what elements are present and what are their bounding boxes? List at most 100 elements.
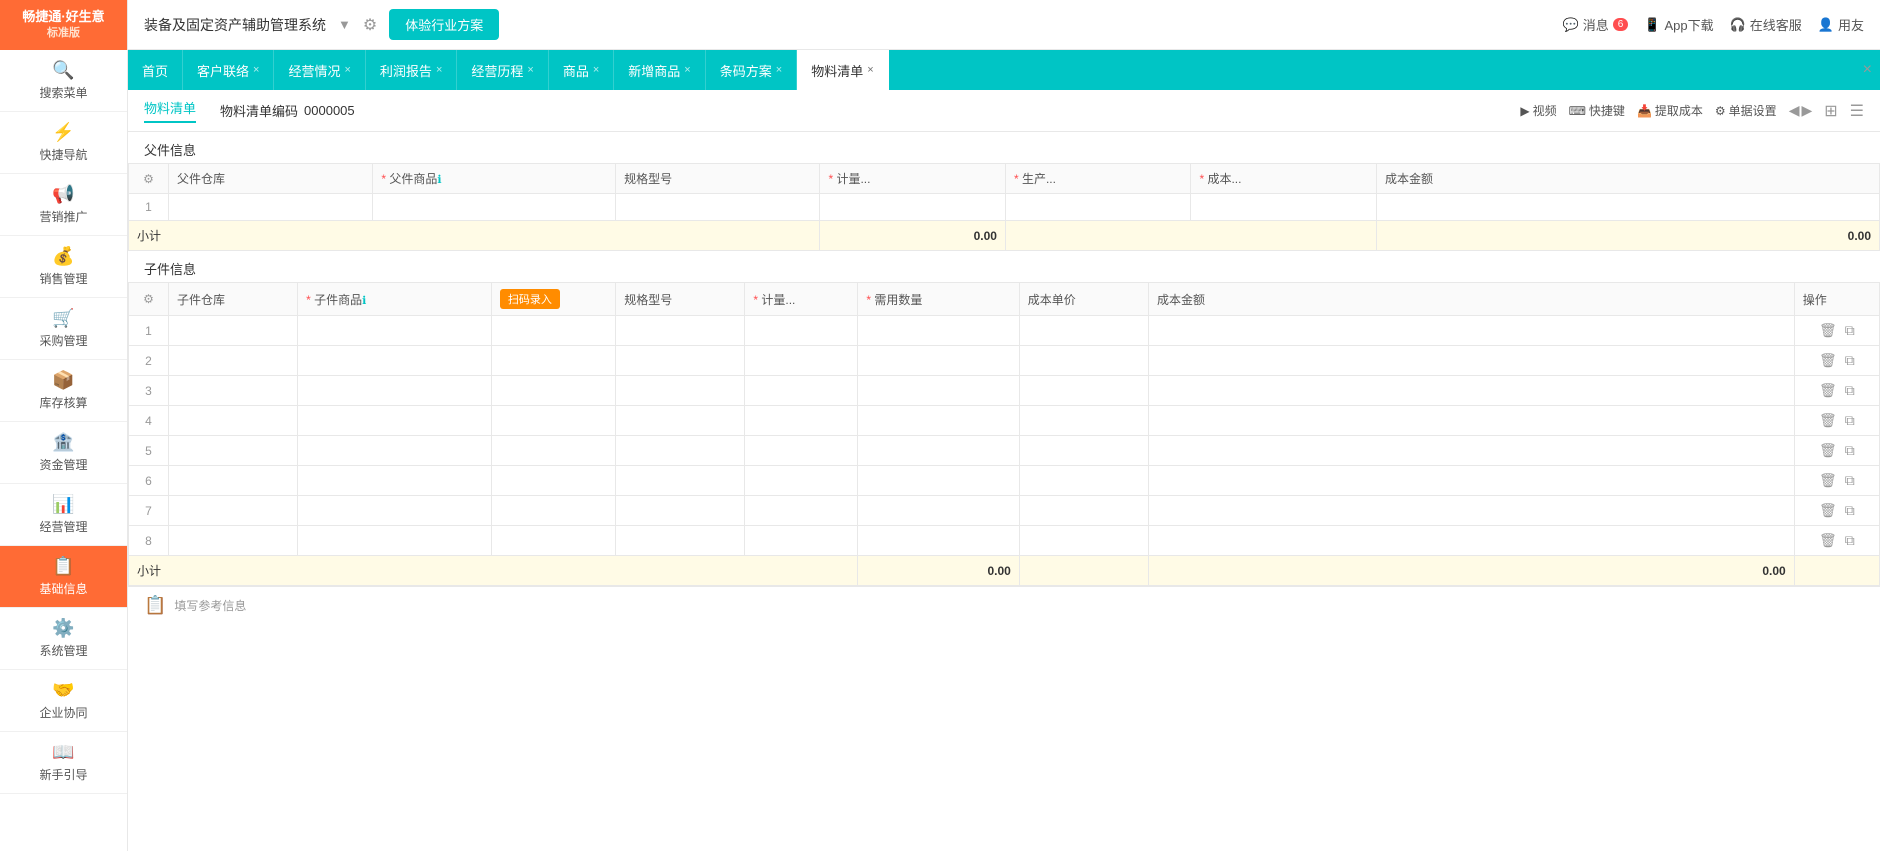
child-cell-scan-3[interactable] [491, 376, 615, 406]
sidebar-item-guide[interactable]: 📖 新手引导 [0, 732, 127, 794]
settings-icon[interactable]: ⚙ [363, 15, 377, 35]
tabs-close-all-icon[interactable]: × [1855, 61, 1880, 79]
single-setting-item[interactable]: ⚙ 单据设置 [1715, 102, 1777, 119]
child-cell-spec-2[interactable] [616, 346, 745, 376]
copy-icon-4[interactable]: ⧉ [1845, 412, 1855, 429]
copy-icon-6[interactable]: ⧉ [1845, 472, 1855, 489]
child-cell-scan-7[interactable] [491, 496, 615, 526]
sidebar-item-inventory[interactable]: 📦 库存核算 [0, 360, 127, 422]
child-cell-warehouse-8[interactable] [169, 526, 298, 556]
child-cell-unitcost-3[interactable] [1019, 376, 1148, 406]
child-cell-unit-7[interactable] [745, 496, 858, 526]
delete-icon-6[interactable]: 🗑 [1819, 472, 1837, 489]
child-cell-goods-7[interactable] [298, 496, 492, 526]
parent-cell-spec-1[interactable] [616, 194, 820, 221]
tab-customer-close-icon[interactable]: × [253, 64, 259, 76]
child-cell-scan-8[interactable] [491, 526, 615, 556]
child-cell-spec-7[interactable] [616, 496, 745, 526]
child-cell-spec-6[interactable] [616, 466, 745, 496]
parent-cell-production-1[interactable] [1005, 194, 1191, 221]
online-service-item[interactable]: 🎧 在线客服 [1730, 15, 1802, 34]
child-cell-qty-2[interactable] [858, 346, 1019, 376]
dropdown-arrow-icon[interactable]: ▼ [338, 17, 351, 32]
trial-button[interactable]: 体验行业方案 [389, 9, 499, 40]
tab-goods[interactable]: 商品 × [549, 50, 614, 90]
child-cell-unitcost-7[interactable] [1019, 496, 1148, 526]
child-cell-unitcost-6[interactable] [1019, 466, 1148, 496]
tab-barcode-close-icon[interactable]: × [776, 64, 782, 76]
delete-icon-2[interactable]: 🗑 [1819, 352, 1837, 369]
sidebar-item-purchase[interactable]: 🛒 采购管理 [0, 298, 127, 360]
tab-operations-history[interactable]: 经营历程 × [457, 50, 548, 90]
copy-icon-5[interactable]: ⧉ [1845, 442, 1855, 459]
child-cell-scan-2[interactable] [491, 346, 615, 376]
child-cell-unitcost-5[interactable] [1019, 436, 1148, 466]
child-col-settings[interactable]: ⚙ [129, 283, 169, 316]
sidebar-item-cooperation[interactable]: 🤝 企业协同 [0, 670, 127, 732]
parent-cell-goods-1[interactable] [373, 194, 616, 221]
child-cell-qty-3[interactable] [858, 376, 1019, 406]
child-cell-qty-5[interactable] [858, 436, 1019, 466]
sidebar-item-sales[interactable]: 💰 销售管理 [0, 236, 127, 298]
child-cell-spec-3[interactable] [616, 376, 745, 406]
child-cell-warehouse-4[interactable] [169, 406, 298, 436]
child-cell-warehouse-6[interactable] [169, 466, 298, 496]
child-cell-goods-1[interactable] [298, 316, 492, 346]
child-cell-goods-6[interactable] [298, 466, 492, 496]
delete-icon-7[interactable]: 🗑 [1819, 502, 1837, 519]
copy-icon-1[interactable]: ⧉ [1845, 322, 1855, 339]
child-cell-goods-8[interactable] [298, 526, 492, 556]
tab-customer[interactable]: 客户联络 × [183, 50, 274, 90]
tab-home[interactable]: 首页 [128, 50, 183, 90]
nav-prev-icon[interactable]: ◀ [1789, 102, 1800, 119]
parent-cell-warehouse-1[interactable] [169, 194, 373, 221]
sidebar-item-system[interactable]: ⚙️ 系统管理 [0, 608, 127, 670]
child-cell-spec-4[interactable] [616, 406, 745, 436]
copy-icon-2[interactable]: ⧉ [1845, 352, 1855, 369]
list-view-icon[interactable]: ☰ [1850, 101, 1864, 121]
tab-bom-close-icon[interactable]: × [867, 64, 873, 76]
delete-icon-1[interactable]: 🗑 [1819, 322, 1837, 339]
shortcut-item[interactable]: ⌨ 快捷键 [1569, 102, 1625, 119]
parent-cell-cost-1[interactable] [1191, 194, 1377, 221]
child-cell-warehouse-2[interactable] [169, 346, 298, 376]
child-cell-warehouse-3[interactable] [169, 376, 298, 406]
child-cell-warehouse-5[interactable] [169, 436, 298, 466]
child-cell-unit-6[interactable] [745, 466, 858, 496]
child-cell-goods-2[interactable] [298, 346, 492, 376]
sidebar-item-marketing[interactable]: 📢 营销推广 [0, 174, 127, 236]
copy-icon-7[interactable]: ⧉ [1845, 502, 1855, 519]
sidebar-item-operations[interactable]: 📊 经营管理 [0, 484, 127, 546]
child-cell-unit-4[interactable] [745, 406, 858, 436]
child-cell-warehouse-1[interactable] [169, 316, 298, 346]
sidebar-item-quicknav[interactable]: ⚡ 快捷导航 [0, 112, 127, 174]
child-cell-warehouse-7[interactable] [169, 496, 298, 526]
tab-new-goods[interactable]: 新增商品 × [614, 50, 705, 90]
child-cell-spec-5[interactable] [616, 436, 745, 466]
tab-goods-close-icon[interactable]: × [593, 64, 599, 76]
tab-bom[interactable]: 物料清单 × [797, 50, 888, 90]
child-cell-unitcost-2[interactable] [1019, 346, 1148, 376]
copy-icon-3[interactable]: ⧉ [1845, 382, 1855, 399]
tab-profit-close-icon[interactable]: × [436, 64, 442, 76]
child-cell-spec-1[interactable] [616, 316, 745, 346]
child-cell-unitcost-1[interactable] [1019, 316, 1148, 346]
view-item[interactable]: ▶ 视频 [1520, 102, 1556, 119]
child-cell-unitcost-8[interactable] [1019, 526, 1148, 556]
child-cell-scan-4[interactable] [491, 406, 615, 436]
child-cell-qty-1[interactable] [858, 316, 1019, 346]
child-cell-spec-8[interactable] [616, 526, 745, 556]
message-item[interactable]: 💬 消息 6 [1563, 15, 1629, 34]
delete-icon-5[interactable]: 🗑 [1819, 442, 1837, 459]
child-cell-goods-4[interactable] [298, 406, 492, 436]
child-cell-unit-8[interactable] [745, 526, 858, 556]
delete-icon-8[interactable]: 🗑 [1819, 532, 1837, 549]
child-cell-goods-3[interactable] [298, 376, 492, 406]
child-cell-scan-5[interactable] [491, 436, 615, 466]
tab-operations-status[interactable]: 经营情况 × [274, 50, 365, 90]
scan-button[interactable]: 扫码录入 [500, 289, 560, 309]
child-cell-qty-6[interactable] [858, 466, 1019, 496]
tab-history-close-icon[interactable]: × [527, 64, 533, 76]
nav-next-icon[interactable]: ▶ [1801, 102, 1812, 119]
parent-cell-unit-1[interactable] [820, 194, 1006, 221]
